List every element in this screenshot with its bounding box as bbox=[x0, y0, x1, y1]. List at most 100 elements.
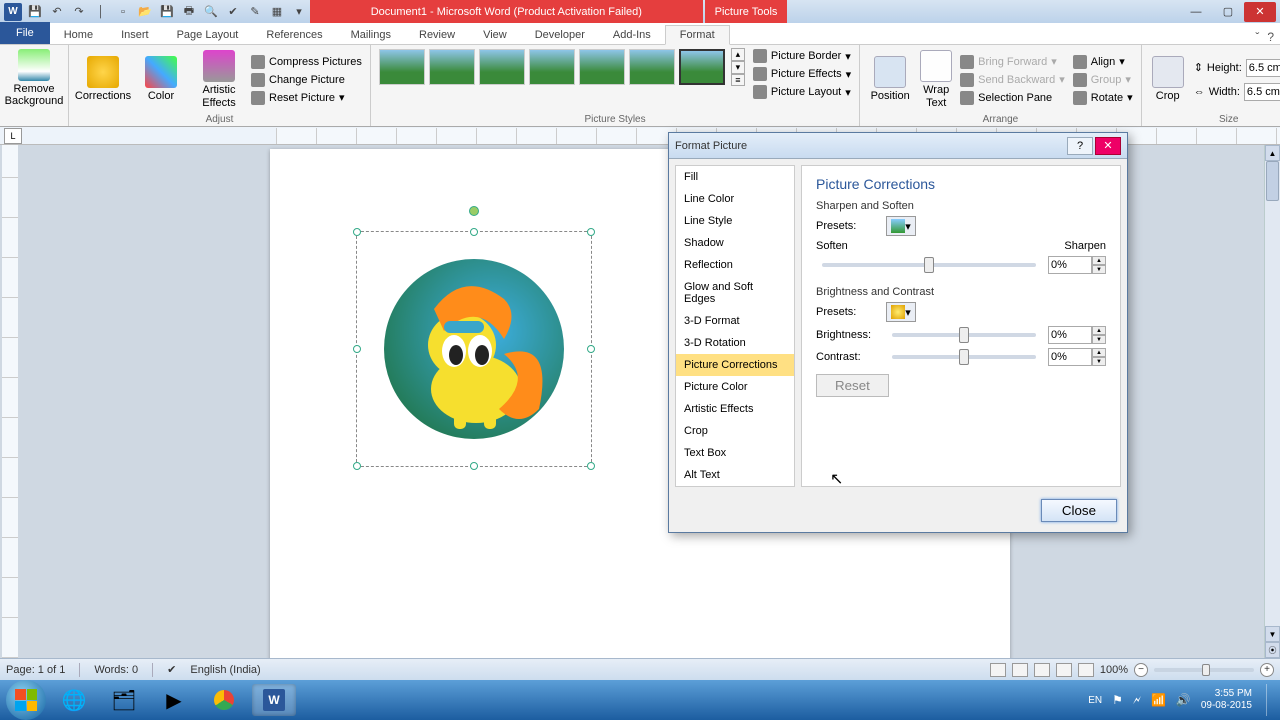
sidebar-item-reflection[interactable]: Reflection bbox=[676, 254, 794, 276]
tab-insert[interactable]: Insert bbox=[107, 26, 163, 44]
sidebar-item-alt-text[interactable]: Alt Text bbox=[676, 464, 794, 486]
picture-layout-button[interactable]: Picture Layout▾ bbox=[751, 83, 853, 101]
contrast-spin-down[interactable]: ▼ bbox=[1092, 357, 1106, 366]
brightness-spin-up[interactable]: ▲ bbox=[1092, 326, 1106, 335]
artistic-effects-button[interactable]: Artistic Effects bbox=[191, 48, 247, 110]
sidebar-item-glow[interactable]: Glow and Soft Edges bbox=[676, 276, 794, 310]
qat-undo-icon[interactable]: ↶ bbox=[48, 3, 66, 21]
view-outline-icon[interactable] bbox=[1056, 663, 1072, 677]
sharpen-slider[interactable] bbox=[822, 263, 1036, 267]
contrast-spin-up[interactable]: ▲ bbox=[1092, 348, 1106, 357]
proofing-icon[interactable]: ✔ bbox=[167, 663, 176, 676]
tab-selector[interactable]: L bbox=[4, 128, 22, 144]
picture-styles-gallery[interactable]: ▴ ▾ ≡ bbox=[377, 47, 745, 87]
word-count[interactable]: Words: 0 bbox=[94, 664, 138, 676]
sharpen-spin-up[interactable]: ▲ bbox=[1092, 256, 1106, 265]
taskbar-word-icon[interactable]: W bbox=[252, 684, 296, 716]
tray-clock[interactable]: 3:55 PM 09-08-2015 bbox=[1201, 688, 1252, 712]
sidebar-item-picture-color[interactable]: Picture Color bbox=[676, 376, 794, 398]
scroll-up-icon[interactable]: ▲ bbox=[1265, 145, 1280, 161]
gallery-up-icon[interactable]: ▴ bbox=[731, 48, 745, 61]
selection-pane-button[interactable]: Selection Pane bbox=[958, 89, 1067, 107]
picture-effects-button[interactable]: Picture Effects▾ bbox=[751, 65, 853, 83]
file-tab[interactable]: File bbox=[0, 22, 50, 44]
tab-format[interactable]: Format bbox=[665, 25, 730, 45]
qat-open-icon[interactable]: 📂 bbox=[136, 3, 154, 21]
sidebar-item-line-color[interactable]: Line Color bbox=[676, 188, 794, 210]
tab-developer[interactable]: Developer bbox=[521, 26, 599, 44]
vertical-scrollbar[interactable]: ▲ ▼ ⦿ bbox=[1264, 145, 1280, 658]
sidebar-item-crop[interactable]: Crop bbox=[676, 420, 794, 442]
zoom-in-button[interactable]: + bbox=[1260, 663, 1274, 677]
resize-handle-w[interactable] bbox=[353, 345, 361, 353]
dialog-close-button[interactable]: Close bbox=[1041, 499, 1117, 522]
resize-handle-nw[interactable] bbox=[353, 228, 361, 236]
style-thumb-6[interactable] bbox=[629, 49, 675, 85]
maximize-button[interactable]: ▢ bbox=[1212, 2, 1244, 22]
group-button[interactable]: Group▾ bbox=[1071, 71, 1135, 89]
qat-redo-icon[interactable]: ↷ bbox=[70, 3, 88, 21]
minimize-button[interactable]: — bbox=[1180, 2, 1212, 22]
resize-handle-se[interactable] bbox=[587, 462, 595, 470]
dialog-close-x-button[interactable]: ✕ bbox=[1095, 137, 1121, 155]
sharpen-presets-dropdown[interactable]: ▾ bbox=[886, 216, 916, 236]
qat-saveas-icon[interactable]: 💾 bbox=[158, 3, 176, 21]
tab-review[interactable]: Review bbox=[405, 26, 469, 44]
resize-handle-s[interactable] bbox=[470, 462, 478, 470]
reset-button[interactable]: Reset bbox=[816, 374, 889, 397]
language-indicator[interactable]: English (India) bbox=[190, 664, 260, 676]
tray-network-icon[interactable]: 📶 bbox=[1151, 693, 1166, 707]
zoom-slider-thumb[interactable] bbox=[1202, 664, 1210, 676]
send-backward-button[interactable]: Send Backward▾ bbox=[958, 71, 1067, 89]
taskbar-mediaplayer-icon[interactable]: ▶ bbox=[152, 684, 196, 716]
brightness-spin-down[interactable]: ▼ bbox=[1092, 335, 1106, 344]
brightness-value-input[interactable] bbox=[1048, 326, 1092, 344]
qat-misc-icon[interactable]: ✎ bbox=[246, 3, 264, 21]
tab-home[interactable]: Home bbox=[50, 26, 107, 44]
style-thumb-1[interactable] bbox=[379, 49, 425, 85]
contrast-value-input[interactable] bbox=[1048, 348, 1092, 366]
bring-forward-button[interactable]: Bring Forward▾ bbox=[958, 53, 1067, 71]
sharpen-spin-down[interactable]: ▼ bbox=[1092, 265, 1106, 274]
sidebar-item-shadow[interactable]: Shadow bbox=[676, 232, 794, 254]
view-print-layout-icon[interactable] bbox=[990, 663, 1006, 677]
rotate-button[interactable]: Rotate▾ bbox=[1071, 89, 1135, 107]
start-button[interactable] bbox=[6, 680, 46, 720]
ribbon-minimize-icon[interactable]: ˇ bbox=[1255, 30, 1259, 44]
taskbar-explorer-icon[interactable]: 🗂 bbox=[102, 684, 146, 716]
page-indicator[interactable]: Page: 1 of 1 bbox=[6, 664, 65, 676]
zoom-level[interactable]: 100% bbox=[1100, 664, 1128, 676]
sidebar-item-line-style[interactable]: Line Style bbox=[676, 210, 794, 232]
style-thumb-3[interactable] bbox=[479, 49, 525, 85]
qat-preview-icon[interactable]: 🔍 bbox=[202, 3, 220, 21]
scroll-down-icon[interactable]: ▼ bbox=[1265, 626, 1280, 642]
show-desktop-button[interactable] bbox=[1266, 684, 1274, 716]
width-field[interactable]: ⇔Width:▲▼ bbox=[1192, 83, 1280, 101]
tab-page-layout[interactable]: Page Layout bbox=[163, 26, 253, 44]
position-button[interactable]: Position bbox=[866, 54, 914, 104]
remove-background-button[interactable]: Remove Background bbox=[6, 47, 62, 109]
bc-presets-dropdown[interactable]: ▾ bbox=[886, 302, 916, 322]
qat-save-icon[interactable]: 💾 bbox=[26, 3, 44, 21]
view-draft-icon[interactable] bbox=[1078, 663, 1094, 677]
vertical-ruler[interactable] bbox=[2, 145, 18, 658]
sharpen-value-input[interactable] bbox=[1048, 256, 1092, 274]
rotate-handle[interactable] bbox=[469, 206, 479, 216]
tray-volume-icon[interactable]: 🔊 bbox=[1176, 693, 1191, 707]
resize-handle-ne[interactable] bbox=[587, 228, 595, 236]
tab-view[interactable]: View bbox=[469, 26, 521, 44]
align-button[interactable]: Align▾ bbox=[1071, 53, 1135, 71]
zoom-out-button[interactable]: − bbox=[1134, 663, 1148, 677]
style-thumb-2[interactable] bbox=[429, 49, 475, 85]
qat-spell-icon[interactable]: ✔ bbox=[224, 3, 242, 21]
brightness-slider[interactable] bbox=[892, 333, 1036, 337]
style-thumb-7[interactable] bbox=[679, 49, 725, 85]
tray-flag-icon[interactable]: ⚑ bbox=[1112, 693, 1123, 707]
qat-new-icon[interactable]: ▫ bbox=[114, 3, 132, 21]
sidebar-item-artistic-effects[interactable]: Artistic Effects bbox=[676, 398, 794, 420]
wrap-text-button[interactable]: Wrap Text bbox=[914, 48, 958, 110]
dialog-title-bar[interactable]: Format Picture ? ✕ bbox=[669, 133, 1127, 159]
crop-button[interactable]: Crop bbox=[1148, 54, 1188, 104]
contrast-slider[interactable] bbox=[892, 355, 1036, 359]
resize-handle-e[interactable] bbox=[587, 345, 595, 353]
